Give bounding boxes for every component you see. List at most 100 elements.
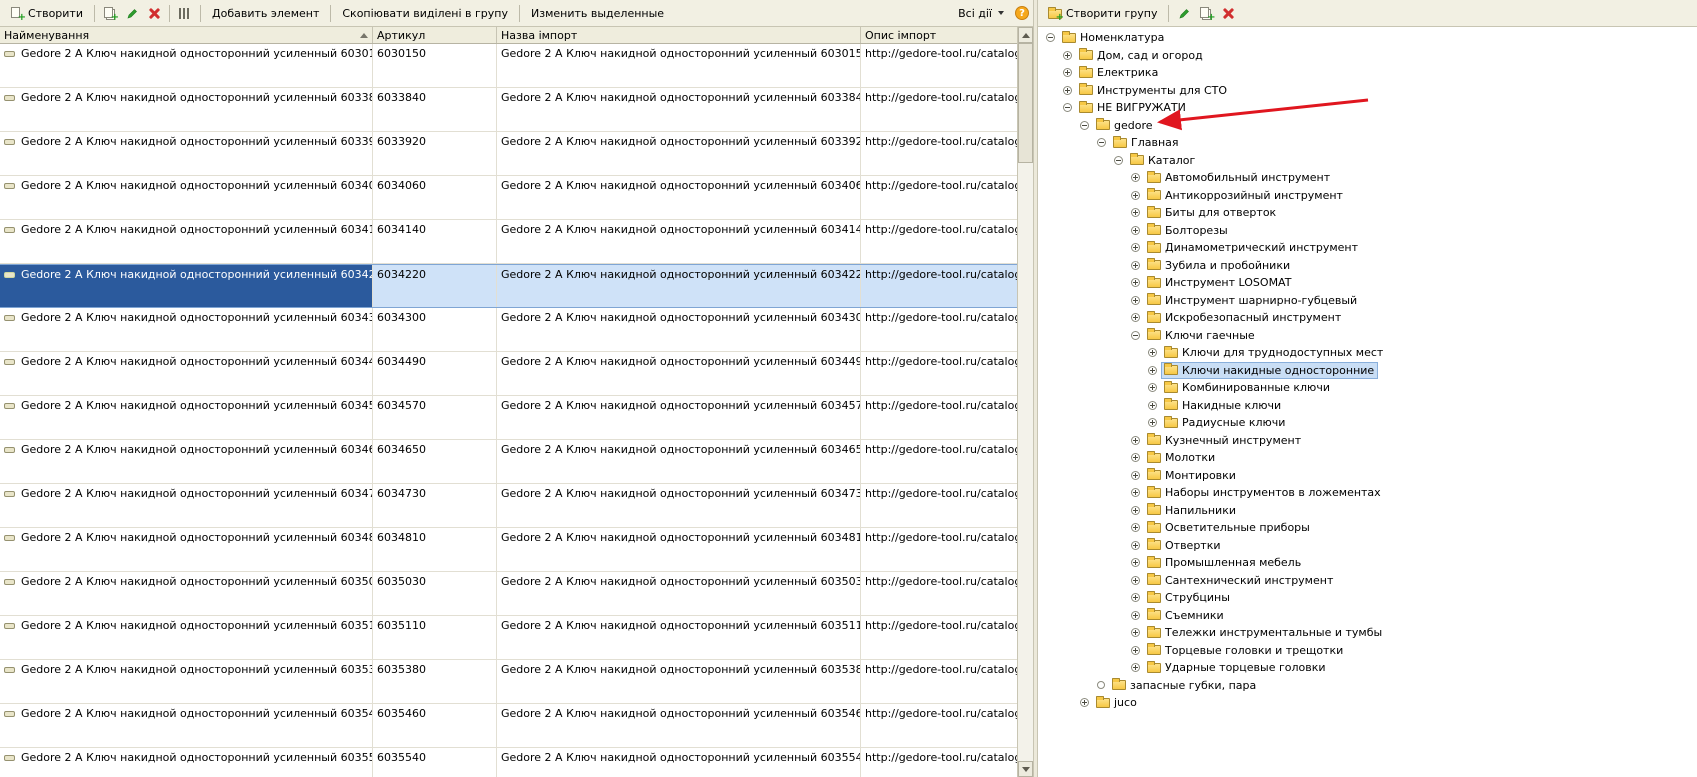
add-element-button[interactable]: Добавить элемент [206,4,325,23]
tree-node[interactable]: Монтировки [1144,467,1240,484]
cell-article[interactable]: 6034570 [373,396,497,439]
tree-node[interactable]: НЕ ВИГРУЖАТИ [1076,99,1190,116]
cell-name[interactable]: Gedore 2 A Ключ накидной односторонний у… [0,132,373,175]
tree-node[interactable]: Антикоррозийный инструмент [1144,187,1347,204]
cell-import-name[interactable]: Gedore 2 A Ключ накидной односторонний у… [497,265,861,307]
table-row[interactable]: Gedore 2 A Ключ накидной односторонний у… [0,616,1017,660]
cell-article[interactable]: 6035110 [373,616,497,659]
cell-article[interactable]: 6035030 [373,572,497,615]
expand-icon[interactable] [1131,645,1140,655]
tree-item[interactable]: Торцевые головки и трещотки [1038,642,1697,660]
tree-item[interactable]: Наборы инструментов в ложементах [1038,484,1697,502]
cell-article[interactable]: 6035460 [373,704,497,747]
expand-icon[interactable] [1131,295,1140,305]
expand-icon[interactable] [1131,488,1140,498]
tree-node[interactable]: Болторезы [1144,222,1232,239]
cell-name[interactable]: Gedore 2 A Ключ накидной односторонний у… [0,220,373,263]
cell-import-desc[interactable]: http://gedore-tool.ru/catalog/d... [861,704,1017,747]
tree-item[interactable]: gedore [1038,117,1697,135]
tree-item[interactable]: Инструмент LOSOMAT [1038,274,1697,292]
scrollbar-thumb[interactable] [1018,43,1033,163]
tree-node[interactable]: Зубила и пробойники [1144,257,1294,274]
tree-item[interactable]: Монтировки [1038,467,1697,485]
cell-import-name[interactable]: Gedore 2 A Ключ накидной односторонний у… [497,616,861,659]
copy-selected-to-group-button[interactable]: Скопіювати виділені в групу [336,4,514,23]
tree-node[interactable]: Каталог [1127,152,1199,169]
table-row[interactable]: Gedore 2 A Ключ накидной односторонний у… [0,660,1017,704]
tree-node[interactable]: Съемники [1144,607,1228,624]
edit-selected-button[interactable]: Изменить выделенные [525,4,670,23]
edit-button[interactable] [122,3,142,23]
tree-item[interactable]: Накидные ключи [1038,397,1697,415]
cell-import-desc[interactable]: http://gedore-tool.ru/catalog/d... [861,176,1017,219]
tree-node[interactable]: Динамометрический инструмент [1144,239,1362,256]
cell-import-desc[interactable]: http://gedore-tool.ru/catalog/d... [861,484,1017,527]
all-actions-button[interactable]: Всі дії [952,4,1010,23]
tree-node[interactable]: Ключи для труднодоступных мест [1161,344,1387,361]
tree-node[interactable]: Молотки [1144,449,1219,466]
tree-item[interactable]: Биты для отверток [1038,204,1697,222]
collapse-icon[interactable] [1080,120,1089,130]
tree-item[interactable]: Електрика [1038,64,1697,82]
table-row[interactable]: Gedore 2 A Ключ накидной односторонний у… [0,572,1017,616]
table-row[interactable]: Gedore 2 A Ключ накидной односторонний у… [0,440,1017,484]
expand-icon[interactable] [1131,540,1140,550]
cell-import-name[interactable]: Gedore 2 A Ключ накидной односторонний у… [497,176,861,219]
column-header-import-desc[interactable]: Опис імпорт [861,27,1017,43]
tree-item[interactable]: Болторезы [1038,222,1697,240]
cell-import-name[interactable]: Gedore 2 A Ключ накидной односторонний у… [497,220,861,263]
cell-import-desc[interactable]: http://gedore-tool.ru/catalog/d... [861,308,1017,351]
scroll-down-button[interactable] [1018,761,1033,777]
expand-icon[interactable] [1063,68,1072,78]
cell-import-desc[interactable]: http://gedore-tool.ru/catalog/d... [861,528,1017,571]
tree-item[interactable]: Сантехнический инструмент [1038,572,1697,590]
tree-item[interactable]: НЕ ВИГРУЖАТИ [1038,99,1697,117]
expand-icon[interactable] [1131,523,1140,533]
table-vertical-scrollbar[interactable] [1017,27,1033,777]
tree-node[interactable]: Инструмент LOSOMAT [1144,274,1295,291]
cell-name[interactable]: Gedore 2 A Ключ накидной односторонний у… [0,265,373,307]
table-row[interactable]: Gedore 2 A Ключ накидной односторонний у… [0,352,1017,396]
cell-import-desc[interactable]: http://gedore-tool.ru/catalog/d... [861,748,1017,777]
expand-icon[interactable] [1148,365,1157,375]
cell-import-desc[interactable]: http://gedore-tool.ru/catalog/d... [861,616,1017,659]
tree-node[interactable]: gedore [1093,117,1157,134]
cell-import-name[interactable]: Gedore 2 A Ключ накидной односторонний у… [497,660,861,703]
cell-import-desc[interactable]: http://gedore-tool.ru/catalog/d... [861,132,1017,175]
expand-icon[interactable] [1148,400,1157,410]
expand-icon[interactable] [1131,173,1140,183]
table-row[interactable]: Gedore 2 A Ключ накидной односторонний у… [0,132,1017,176]
tree-node[interactable]: Торцевые головки и трещотки [1144,642,1347,659]
cell-name[interactable]: Gedore 2 A Ключ накидной односторонний у… [0,308,373,351]
tree-item[interactable]: Кузнечный инструмент [1038,432,1697,450]
tree-item[interactable]: Ударные торцевые головки [1038,659,1697,677]
tree-item[interactable]: запасные губки, пара [1038,677,1697,695]
cell-name[interactable]: Gedore 2 A Ключ накидной односторонний у… [0,44,373,87]
expand-icon[interactable] [1063,85,1072,95]
tree-item[interactable]: Радиусные ключи [1038,414,1697,432]
cell-import-name[interactable]: Gedore 2 A Ключ накидной односторонний у… [497,748,861,777]
tree-item[interactable]: Номенклатура [1038,29,1697,47]
tree-node[interactable]: Сантехнический инструмент [1144,572,1337,589]
tree-node[interactable]: Кузнечный инструмент [1144,432,1305,449]
expand-icon[interactable] [1131,663,1140,673]
cell-name[interactable]: Gedore 2 A Ключ накидной односторонний у… [0,484,373,527]
tree-node[interactable]: Наборы инструментов в ложементах [1144,484,1385,501]
tree-node[interactable]: Накидные ключи [1161,397,1285,414]
delete-group-button[interactable] [1218,3,1238,23]
expand-icon[interactable] [1131,260,1140,270]
expand-icon[interactable] [1148,348,1157,358]
cell-import-name[interactable]: Gedore 2 A Ключ накидной односторонний у… [497,484,861,527]
expand-icon[interactable] [1131,453,1140,463]
table-row[interactable]: Gedore 2 A Ключ накидной односторонний у… [0,176,1017,220]
edit-group-button[interactable] [1174,3,1194,23]
cell-name[interactable]: Gedore 2 A Ключ накидной односторонний у… [0,748,373,777]
cell-import-name[interactable]: Gedore 2 A Ключ накидной односторонний у… [497,440,861,483]
cell-import-name[interactable]: Gedore 2 A Ключ накидной односторонний у… [497,572,861,615]
tree-node[interactable]: Ударные торцевые головки [1144,659,1330,676]
tree-item[interactable]: Ключи гаечные [1038,327,1697,345]
tree-node[interactable]: запасные губки, пара [1109,677,1260,694]
cell-name[interactable]: Gedore 2 A Ключ накидной односторонний у… [0,396,373,439]
cell-name[interactable]: Gedore 2 A Ключ накидной односторонний у… [0,440,373,483]
cell-import-desc[interactable]: http://gedore-tool.ru/catalog/d... [861,572,1017,615]
